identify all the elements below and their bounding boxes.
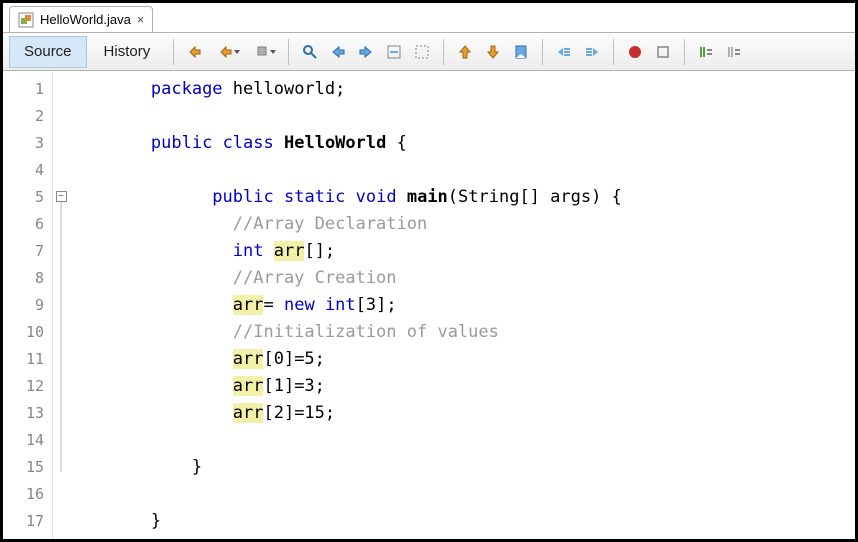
line-number: 10 [3,318,52,345]
line-number: 12 [3,372,52,399]
code-line[interactable]: //Initialization of values [69,318,855,345]
back-icon[interactable] [210,39,244,65]
tab-history[interactable]: History [89,36,166,68]
macro-record-icon[interactable] [622,39,648,65]
line-number: 8 [3,264,52,291]
tab-title: HelloWorld.java [40,12,131,27]
line-number: 17 [3,507,52,534]
line-number: 13 [3,399,52,426]
line-gutter: 1 2 3 4 5 6 7 8 9 10 11 12 13 14 15 16 1… [3,71,53,539]
line-number: 2 [3,102,52,129]
code-line[interactable]: arr[2]=15; [69,399,855,426]
code-line[interactable]: } [69,453,855,480]
file-tab[interactable]: HelloWorld.java × [9,6,153,32]
shift-left-icon[interactable] [551,39,577,65]
java-file-icon [18,12,34,28]
code-line[interactable]: public static void main(String[] args) { [69,183,855,210]
toggle-bookmark-icon[interactable] [508,39,534,65]
code-line[interactable]: arr[1]=3; [69,372,855,399]
macro-stop-icon[interactable] [650,39,676,65]
separator [288,39,289,65]
close-icon[interactable]: × [137,12,145,27]
line-number: 3 [3,129,52,156]
line-number: 16 [3,480,52,507]
line-number: 6 [3,210,52,237]
fold-gutter: − [53,71,69,539]
line-number: 9 [3,291,52,318]
code-line[interactable]: //Array Declaration [69,210,855,237]
line-number: 1 [3,75,52,102]
code-editor[interactable]: 1 2 3 4 5 6 7 8 9 10 11 12 13 14 15 16 1… [3,71,855,539]
toggle-highlight-icon[interactable] [381,39,407,65]
shift-right-icon[interactable] [579,39,605,65]
line-number: 15 [3,453,52,480]
line-number: 14 [3,426,52,453]
code-line[interactable]: //Array Creation [69,264,855,291]
toggle-rect-select-icon[interactable] [409,39,435,65]
code-line[interactable]: public class HelloWorld { [69,129,855,156]
separator [684,39,685,65]
line-number: 7 [3,237,52,264]
comment-icon[interactable] [693,39,719,65]
uncomment-icon[interactable] [721,39,747,65]
tab-source[interactable]: Source [9,36,87,68]
find-prev-icon[interactable] [325,39,351,65]
line-number: 5 [3,183,52,210]
code-line[interactable]: arr= new int[3]; [69,291,855,318]
code-line[interactable] [69,102,855,129]
code-line[interactable] [69,156,855,183]
next-bookmark-icon[interactable] [480,39,506,65]
separator [613,39,614,65]
separator [542,39,543,65]
separator [443,39,444,65]
sub-toolbar: Source History [3,33,855,71]
code-line[interactable]: } [69,507,855,534]
editor-window: HelloWorld.java × Source History 1 [0,0,858,542]
find-next-icon[interactable] [353,39,379,65]
code-area[interactable]: package helloworld; public class HelloWo… [69,71,855,539]
code-line[interactable] [69,480,855,507]
line-number: 4 [3,156,52,183]
line-number: 11 [3,345,52,372]
code-line[interactable]: package helloworld; [69,75,855,102]
prev-bookmark-icon[interactable] [452,39,478,65]
forward-icon[interactable] [246,39,280,65]
tab-bar: HelloWorld.java × [3,3,855,33]
separator [173,39,174,65]
code-line[interactable]: arr[0]=5; [69,345,855,372]
code-line[interactable] [69,426,855,453]
code-line[interactable]: int arr[]; [69,237,855,264]
last-edit-icon[interactable] [182,39,208,65]
find-selection-icon[interactable] [297,39,323,65]
fold-toggle-icon[interactable]: − [56,191,67,202]
